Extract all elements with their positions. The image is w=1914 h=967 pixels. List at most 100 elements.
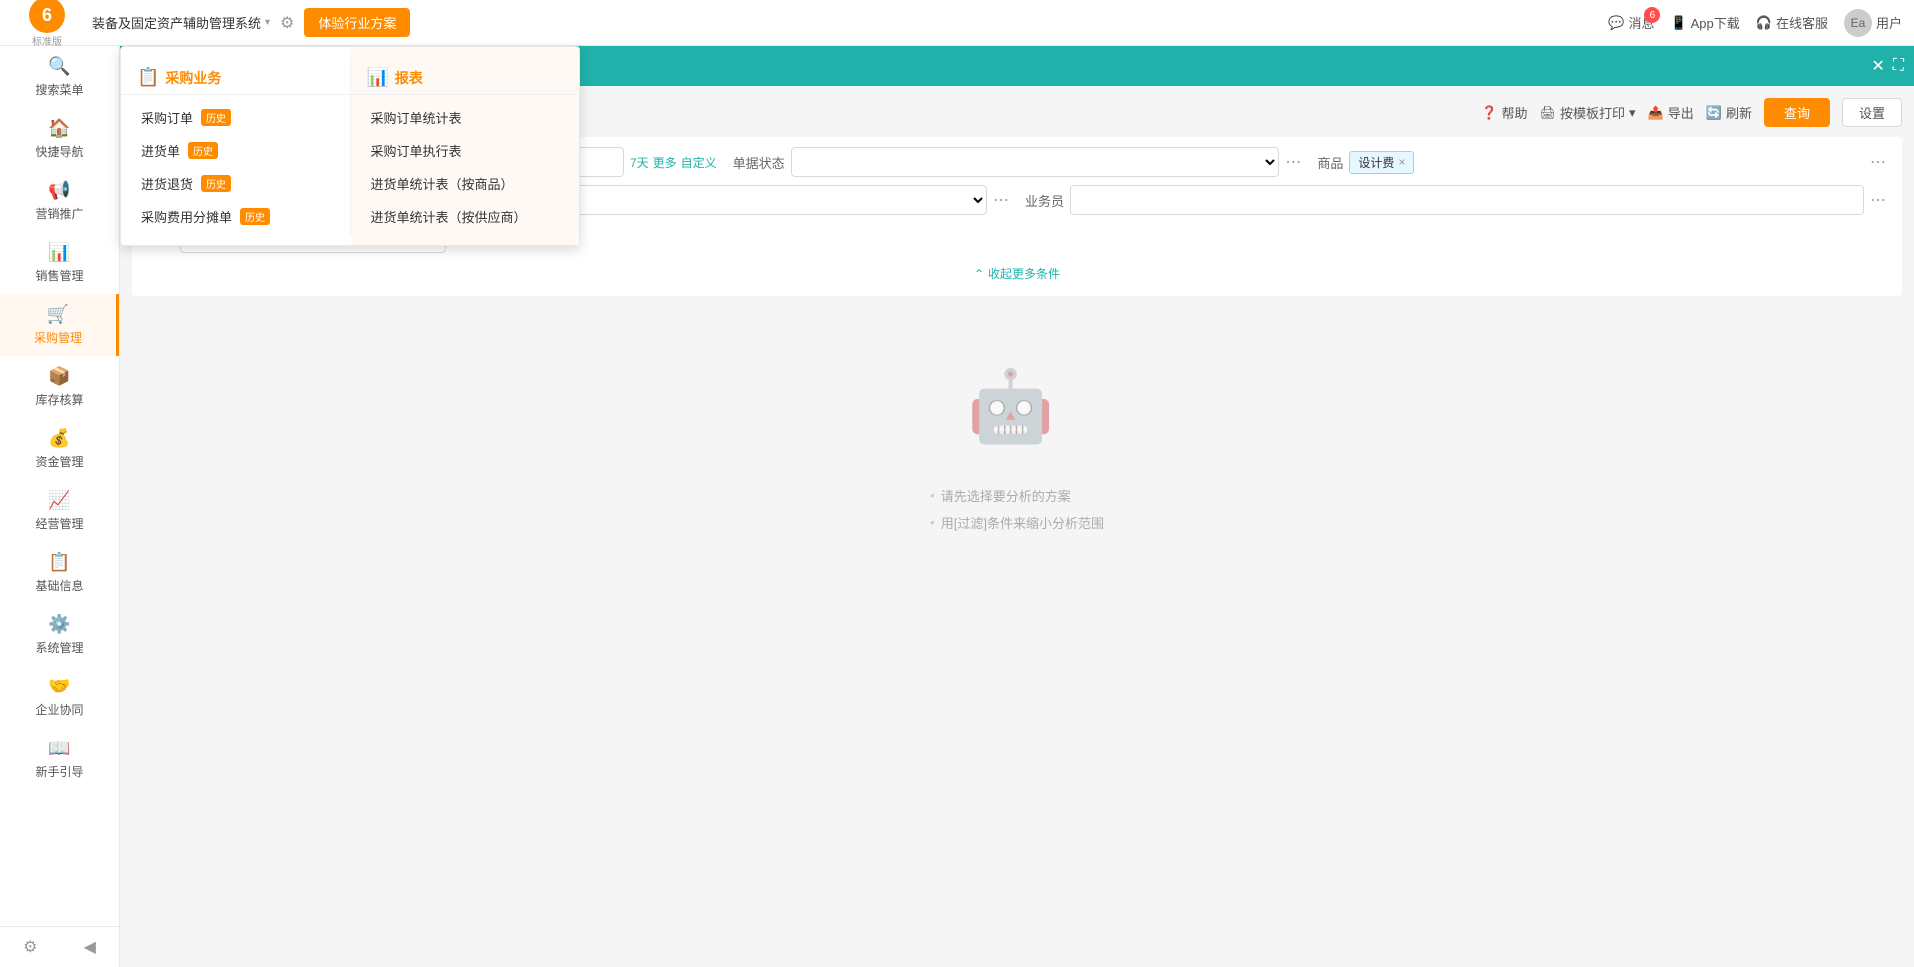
sidebar-item-basic[interactable]: 📋 基础信息 xyxy=(0,542,119,604)
refresh-label: 刷新 xyxy=(1726,103,1752,122)
app-download-btn[interactable]: 📱 App下载 xyxy=(1670,13,1739,32)
query-btn[interactable]: 查询 xyxy=(1764,98,1830,127)
filter-settings-btn[interactable]: 设置 xyxy=(1842,98,1902,127)
print-template-label: 按模板打印 xyxy=(1560,103,1625,122)
system-select[interactable]: 装备及固定资产辅助管理系统 ▾ xyxy=(92,13,270,32)
tab-maximize-icon[interactable]: ⛶ xyxy=(1893,57,1904,75)
dropdown-item-receive-stat-supplier[interactable]: 进货单统计表（按供应商） xyxy=(351,200,580,233)
online-service-label: 在线客服 xyxy=(1776,13,1828,32)
sidebar-item-guide[interactable]: 📖 新手引导 xyxy=(0,728,119,790)
sidebar-item-system[interactable]: ⚙️ 系统管理 xyxy=(0,604,119,666)
finance-icon: 💰 xyxy=(48,428,70,449)
dropdown-item-receive-stat-goods[interactable]: 进货单统计表（按商品） xyxy=(351,167,580,200)
dropdown-menu: 📋 采购业务 采购订单 历史 进货单 历史 进货退货 历史 采购费用分摊单 历史 xyxy=(120,46,580,246)
user-label: 用户 xyxy=(1876,13,1902,32)
dropdown-item-receive[interactable]: 进货单 历史 xyxy=(121,134,350,167)
settings-icon[interactable]: ⚙ xyxy=(280,13,294,33)
sidebar-item-purchase[interactable]: 🛒 采购管理 xyxy=(0,294,119,356)
salesman-filter: 业务员 ⋯ xyxy=(1025,185,1886,215)
collapse-row[interactable]: ⌃ 收起更多条件 xyxy=(148,261,1886,286)
topbar-left: 6 标准版 装备及固定资产辅助管理系统 ▾ ⚙ 体验行业方案 xyxy=(12,0,410,48)
status-select[interactable] xyxy=(791,147,1280,177)
message-badge: 6 xyxy=(1644,7,1660,23)
headset-icon: 🎧 xyxy=(1756,15,1772,31)
dropdown-item-po-stat[interactable]: 采购订单统计表 xyxy=(351,101,580,134)
chevron-down-icon: ▾ xyxy=(265,17,270,28)
sidebar-item-search[interactable]: 🔍 搜索菜单 xyxy=(0,46,119,108)
sidebar-nav: 🔍 搜索菜单 🏠 快捷导航 📢 营销推广 📊 销售管理 🛒 采购管理 📦 xyxy=(0,46,119,790)
dropdown-section-purchase: 📋 采购业务 采购订单 历史 进货单 历史 进货退货 历史 采购费用分摊单 历史 xyxy=(121,47,350,245)
sidebar-label-marketing: 营销推广 xyxy=(35,205,83,222)
shortcut-more[interactable]: 更多 xyxy=(653,154,677,171)
date-shortcuts: 7天 更多 自定义 xyxy=(630,154,717,171)
sidebar-item-nav[interactable]: 🏠 快捷导航 xyxy=(0,108,119,170)
refresh-icon: 🔄 xyxy=(1706,105,1722,121)
goods-tag-close[interactable]: × xyxy=(1398,155,1405,169)
sidebar-settings-btn[interactable]: ⚙ xyxy=(23,937,37,957)
salesman-input[interactable] xyxy=(1070,185,1864,215)
tab-bar-controls: ✕ ⛶ xyxy=(1871,56,1914,76)
topbar-right: 💬 消息 6 📱 App下载 🎧 在线客服 Ea 用户 xyxy=(1608,9,1902,37)
refresh-btn[interactable]: 🔄 刷新 xyxy=(1706,103,1752,122)
dropdown-item-po[interactable]: 采购订单 历史 xyxy=(121,101,350,134)
sidebar-item-enterprise[interactable]: 🤝 企业协同 xyxy=(0,666,119,728)
salesman-label: 业务员 xyxy=(1025,191,1064,210)
receive-label: 进货单 xyxy=(141,141,180,160)
report-header-icon: 📊 xyxy=(367,67,389,88)
help-btn[interactable]: ❓ 帮助 xyxy=(1481,103,1527,122)
sidebar-item-marketing[interactable]: 📢 营销推广 xyxy=(0,170,119,232)
marketing-icon: 📢 xyxy=(48,180,70,201)
po-stat-label: 采购订单统计表 xyxy=(371,108,462,127)
avatar-text: Ea xyxy=(1851,16,1866,30)
sidebar-collapse-btn[interactable]: ◀ xyxy=(84,937,96,957)
dropdown-item-po-exec[interactable]: 采购订单执行表 xyxy=(351,134,580,167)
dropdown-item-expense[interactable]: 采购费用分摊单 历史 xyxy=(121,200,350,233)
system-icon: ⚙️ xyxy=(48,614,70,635)
tab-window-close-icon[interactable]: ✕ xyxy=(1871,56,1884,76)
dropdown-item-return[interactable]: 进货退货 历史 xyxy=(121,167,350,200)
sidebar: 🔍 搜索菜单 🏠 快捷导航 📢 营销推广 📊 销售管理 🛒 采购管理 📦 xyxy=(0,46,120,967)
status-ellipsis[interactable]: ⋯ xyxy=(1285,152,1301,172)
sales-icon: 📊 xyxy=(48,242,70,263)
message-btn[interactable]: 💬 消息 6 xyxy=(1608,13,1654,32)
guide-icon: 📖 xyxy=(48,738,70,759)
shortcut-custom[interactable]: 自定义 xyxy=(681,154,717,171)
po-label: 采购订单 xyxy=(141,108,193,127)
logo-char: 6 xyxy=(42,5,52,26)
export-icon: 📤 xyxy=(1648,105,1664,121)
industry-btn[interactable]: 体验行业方案 xyxy=(304,8,410,37)
print-icon: 🖨 xyxy=(1540,105,1557,121)
sidebar-label-sales: 销售管理 xyxy=(35,267,83,284)
export-btn[interactable]: 📤 导出 xyxy=(1648,103,1694,122)
sidebar-label-guide: 新手引导 xyxy=(35,763,83,780)
sidebar-label-nav: 快捷导航 xyxy=(35,143,83,160)
expense-history-badge: 历史 xyxy=(240,208,270,225)
sidebar-bottom: ⚙ ◀ xyxy=(0,926,119,967)
sidebar-item-operation[interactable]: 📈 经营管理 xyxy=(0,480,119,542)
empty-icon: 🤖 xyxy=(967,366,1067,466)
online-service-btn[interactable]: 🎧 在线客服 xyxy=(1756,13,1828,32)
sidebar-item-sales[interactable]: 📊 销售管理 xyxy=(0,232,119,294)
print-dropdown-icon: ▾ xyxy=(1629,105,1636,121)
dropdown-section-report: 📊 报表 采购订单统计表 采购订单执行表 进货单统计表（按商品） 进货单统计表（… xyxy=(351,47,580,245)
goods-ellipsis[interactable]: ⋯ xyxy=(1870,152,1886,172)
logo-icon: 6 xyxy=(29,0,65,33)
inventory-icon: 📦 xyxy=(48,366,70,387)
goods-tag: 设计费 × xyxy=(1349,151,1414,174)
po-history-badge: 历史 xyxy=(201,109,231,126)
dropdown-title-report: 报表 xyxy=(395,68,423,88)
sidebar-item-finance[interactable]: 💰 资金管理 xyxy=(0,418,119,480)
sidebar-item-inventory[interactable]: 📦 库存核算 xyxy=(0,356,119,418)
export-label: 导出 xyxy=(1668,103,1694,122)
message-icon: 💬 xyxy=(1608,15,1624,31)
return-label: 进货退货 xyxy=(141,174,193,193)
shortcut-7days[interactable]: 7天 xyxy=(630,154,649,171)
sidebar-label-enterprise: 企业协同 xyxy=(35,701,83,718)
rank-ellipsis[interactable]: ⋯ xyxy=(993,190,1009,210)
print-template-btn[interactable]: 🖨 按模板打印 ▾ xyxy=(1540,103,1636,122)
user-btn[interactable]: Ea 用户 xyxy=(1844,9,1902,37)
salesman-ellipsis[interactable]: ⋯ xyxy=(1870,190,1886,210)
sidebar-label-search: 搜索菜单 xyxy=(35,81,83,98)
phone-icon: 📱 xyxy=(1670,15,1686,31)
app-download-label: App下载 xyxy=(1691,13,1740,32)
